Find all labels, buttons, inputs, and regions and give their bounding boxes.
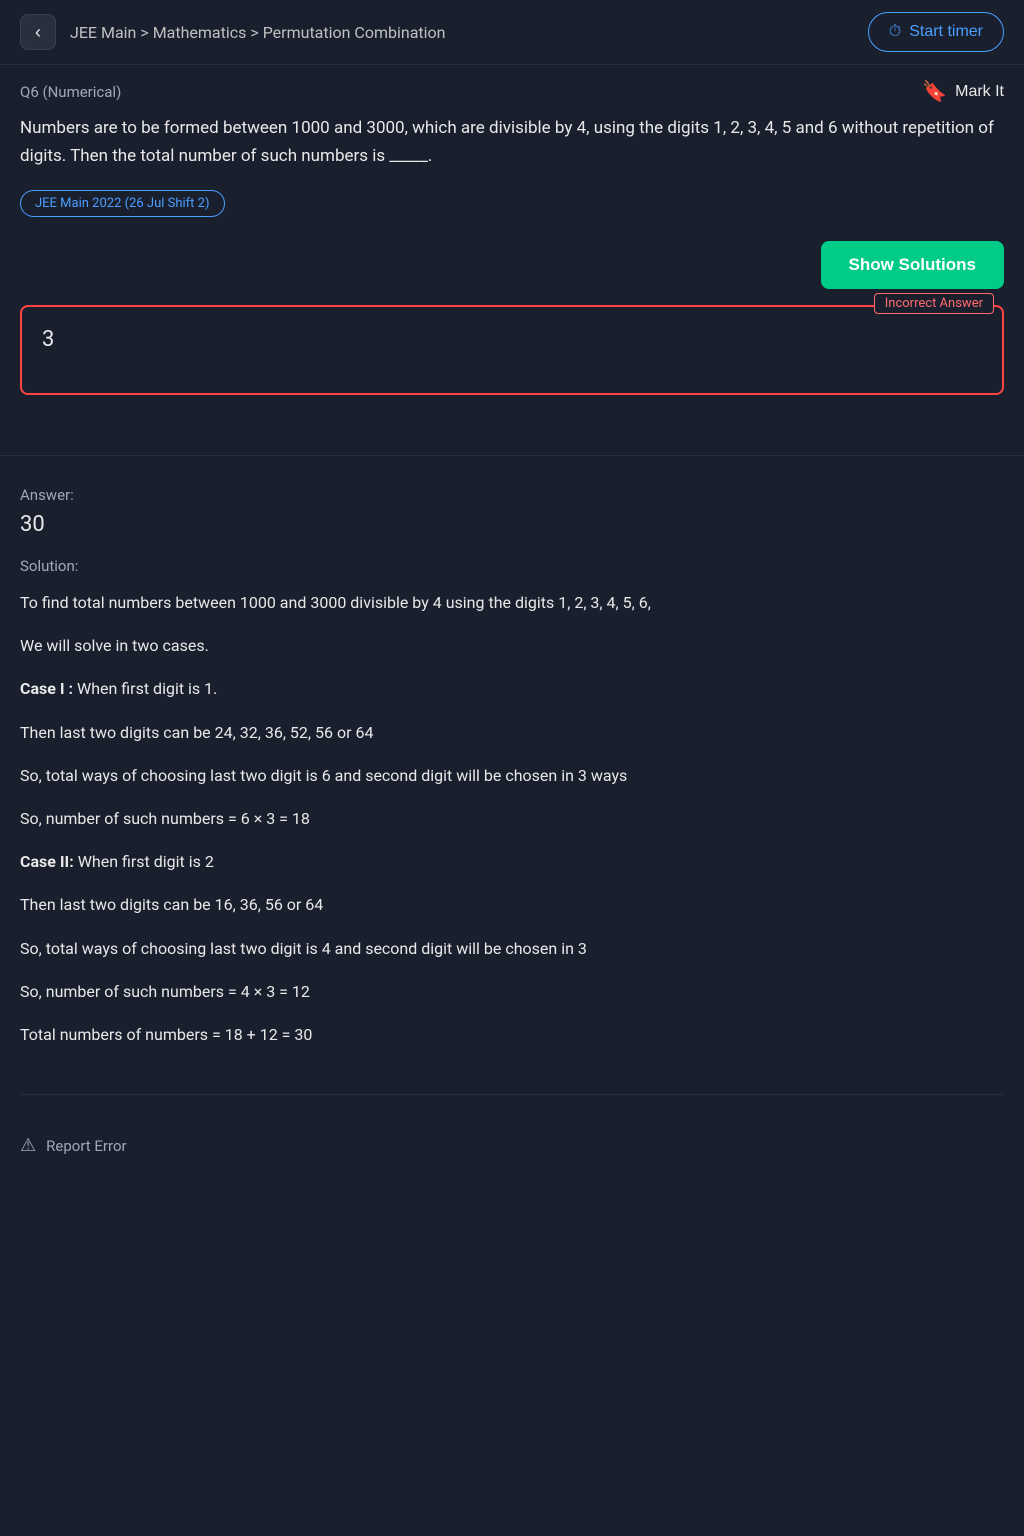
header: ‹ JEE Main > Mathematics > Permutation C… [0,0,1024,65]
solution-line-5: So, number of such numbers = 6 × 3 = 18 [20,805,1004,832]
solution-line-7: Then last two digits can be 16, 36, 56 o… [20,891,1004,918]
start-timer-button[interactable]: ⏱ Start timer [868,12,1004,52]
tag-label: JEE Main 2022 (26 Jul Shift 2) [20,190,225,217]
solution-line-4: So, total ways of choosing last two digi… [20,762,1004,789]
answer-label: Answer: [20,486,1004,504]
question-label: Q6 (Numerical) [20,83,121,101]
bottom-divider [20,1094,1004,1095]
solution-label: Solution: [20,557,1004,575]
start-timer-label: Start timer [909,23,983,41]
answer-input-container: Incorrect Answer 3 [20,305,1004,395]
answer-value: 30 [20,512,1004,537]
warning-icon: ⚠ [20,1135,36,1156]
solution-line-2: Case I : When first digit is 1. [20,675,1004,702]
subheader: Q6 (Numerical) 🔖 Mark It [0,65,1024,114]
incorrect-label: Incorrect Answer [874,293,994,314]
report-error-row[interactable]: ⚠ Report Error [20,1115,1004,1186]
solution-line-1: We will solve in two cases. [20,632,1004,659]
report-error-label: Report Error [46,1137,126,1155]
solution-line-6: Case II: When first digit is 2 [20,848,1004,875]
question-tag: JEE Main 2022 (26 Jul Shift 2) [20,190,1004,241]
solution-line-3: Then last two digits can be 24, 32, 36, … [20,719,1004,746]
show-solutions-row: Show Solutions [20,241,1004,289]
question-text: Numbers are to be formed between 1000 an… [20,114,1004,170]
solution-line-10: Total numbers of numbers = 18 + 12 = 30 [20,1021,1004,1048]
back-button[interactable]: ‹ [20,14,56,50]
timer-icon: ⏱ [889,23,901,41]
solution-line-9: So, number of such numbers = 4 × 3 = 12 [20,978,1004,1005]
breadcrumb: JEE Main > Mathematics > Permutation Com… [70,23,446,42]
answer-input-box[interactable]: 3 [20,305,1004,395]
solution-lines: To find total numbers between 1000 and 3… [20,589,1004,1048]
solution-line-0: To find total numbers between 1000 and 3… [20,589,1004,616]
bookmark-icon: 🔖 [922,79,947,104]
mark-it-button[interactable]: 🔖 Mark It [922,79,1004,104]
divider [0,455,1024,456]
header-left: ‹ JEE Main > Mathematics > Permutation C… [20,14,446,50]
mark-it-label: Mark It [955,83,1004,101]
question-body: Numbers are to be formed between 1000 an… [0,114,1024,445]
solution-line-8: So, total ways of choosing last two digi… [20,935,1004,962]
show-solutions-button[interactable]: Show Solutions [821,241,1005,289]
answer-section: Answer: 30 Solution: To find total numbe… [20,476,1004,1084]
user-answer-value: 3 [42,327,54,352]
answer-solution-section: Answer: 30 Solution: To find total numbe… [0,476,1024,1186]
